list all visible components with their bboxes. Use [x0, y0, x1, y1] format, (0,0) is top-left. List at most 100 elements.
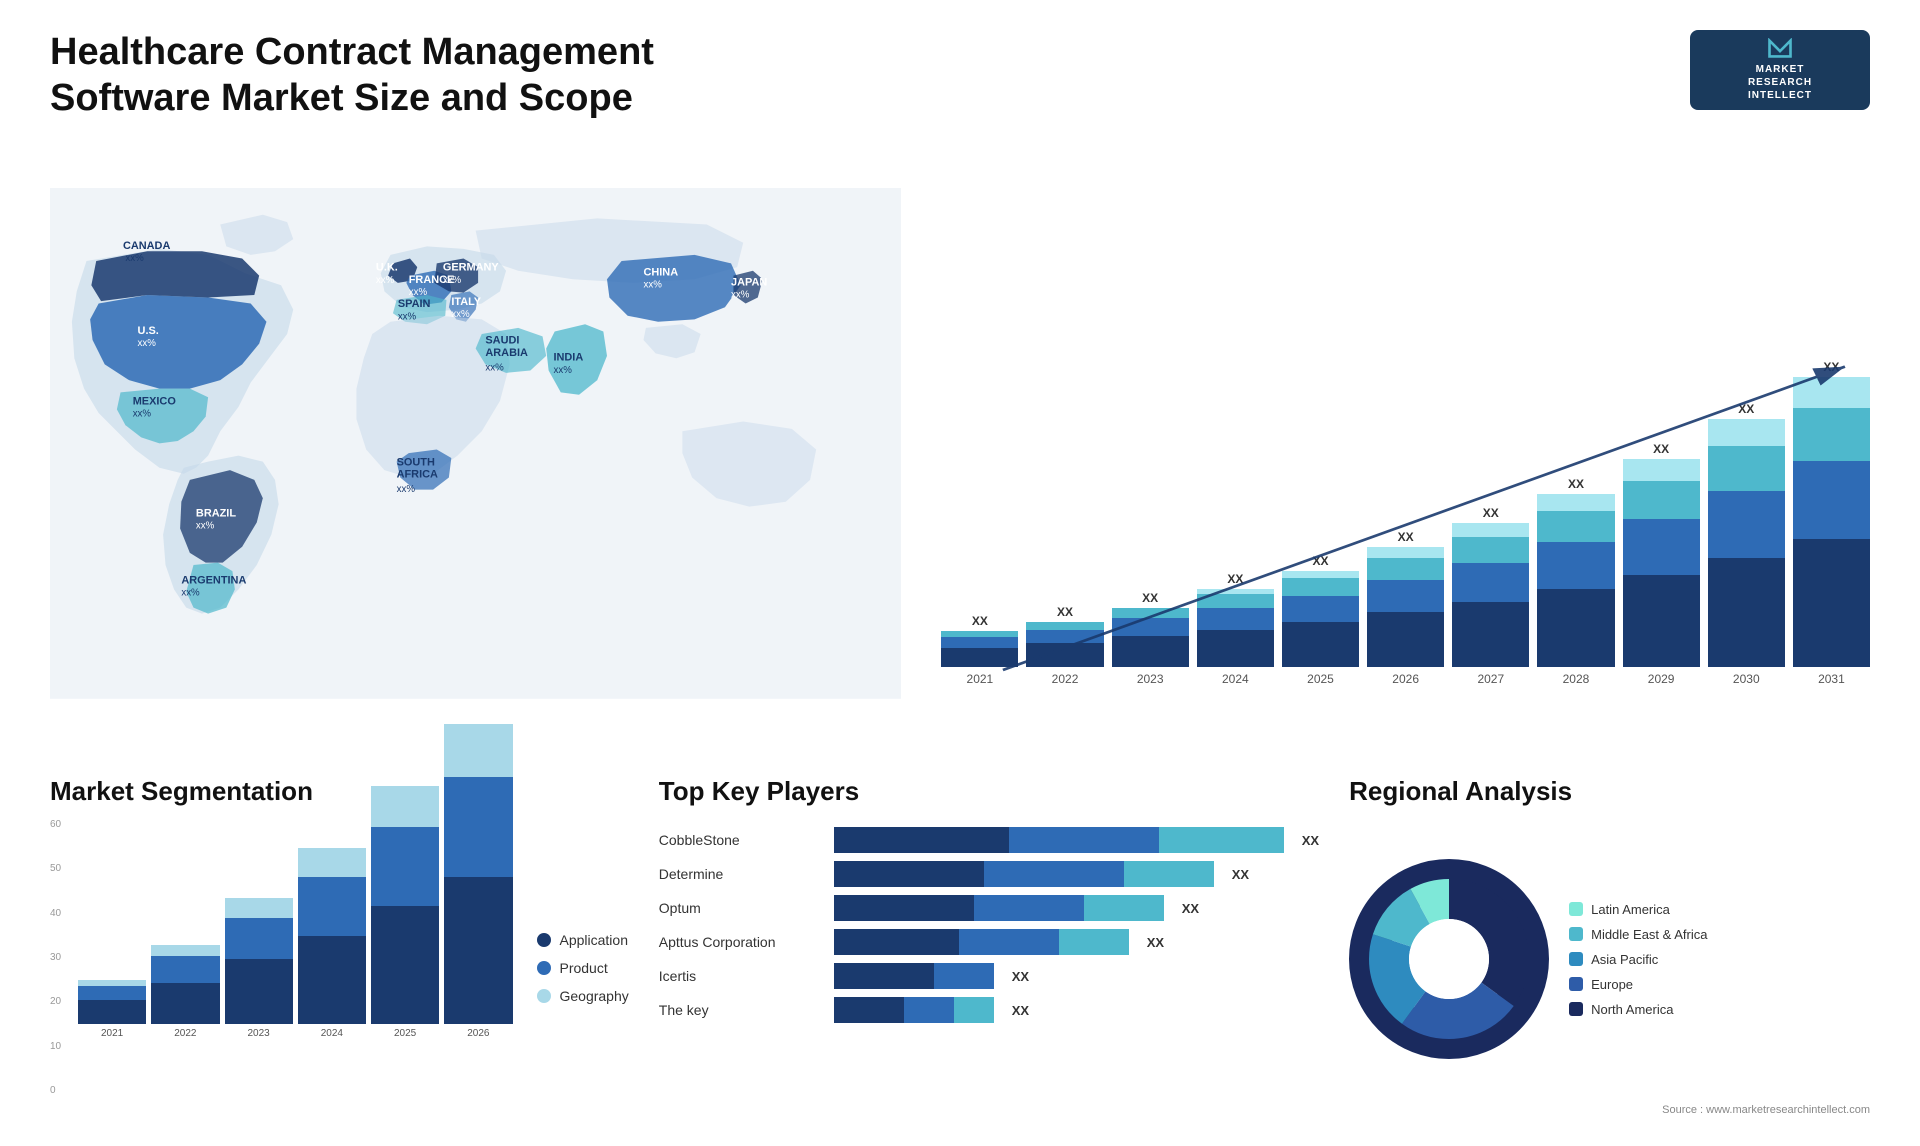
bar-seg-2031-2	[1793, 408, 1870, 461]
reg-label-asia-pacific: Asia Pacific	[1591, 952, 1658, 967]
seg-bar-stack-2023	[225, 898, 293, 1024]
bar-stack-2028	[1537, 494, 1614, 667]
bar-group-2024: XX2024	[1197, 572, 1274, 686]
bar-seg-2025-2	[1282, 578, 1359, 595]
reg-legend-europe: Europe	[1569, 977, 1707, 992]
legend-label-geography: Geography	[559, 988, 628, 1004]
donut-svg	[1349, 859, 1549, 1059]
seg-bar-group-2026: 2026	[444, 724, 512, 1039]
svg-text:AFRICA: AFRICA	[397, 469, 438, 481]
seg-seg-2024-2	[298, 848, 366, 877]
bar-year-2022: 2022	[1052, 672, 1079, 686]
bar-stack-2029	[1623, 459, 1700, 667]
y-tick-0: 0	[50, 1085, 61, 1096]
bar-label-2028: XX	[1568, 477, 1584, 491]
bar-seg-2029-2	[1623, 481, 1700, 518]
growth-chart-section: XX2021XX2022XX2023XX2024XX2025XX2026XX20…	[941, 141, 1870, 746]
logo-container: MARKET RESEARCH INTELLECT	[1690, 30, 1870, 110]
bar-seg-2022-0	[1026, 643, 1103, 667]
player-bar	[834, 963, 994, 989]
bar-label-2027: XX	[1483, 506, 1499, 520]
svg-text:xx%: xx%	[451, 309, 470, 320]
bar-label-2021: XX	[972, 614, 988, 628]
svg-text:xx%: xx%	[376, 275, 395, 286]
player-row-cobblestone: CobbleStoneXX	[659, 827, 1319, 853]
svg-text:GERMANY: GERMANY	[443, 262, 500, 274]
seg-bar-group-2025: 2025	[371, 786, 439, 1039]
reg-legend-asia-pacific: Asia Pacific	[1569, 952, 1707, 967]
players-table: CobbleStoneXXDetermineXXOptumXXApttus Co…	[659, 827, 1319, 1023]
bar-group-2023: XX2023	[1112, 591, 1189, 686]
player-bar-seg-2	[1084, 895, 1164, 921]
bar-seg-2027-0	[1452, 602, 1529, 667]
player-name: Determine	[659, 866, 824, 882]
bar-seg-2022-2	[1026, 622, 1103, 630]
bar-year-2030: 2030	[1733, 672, 1760, 686]
seg-seg-2026-2	[444, 724, 512, 777]
bar-seg-2025-0	[1282, 622, 1359, 667]
bar-seg-2025-3	[1282, 571, 1359, 578]
regional-content: Latin America Middle East & Africa Asia …	[1349, 819, 1870, 1099]
player-name: Icertis	[659, 968, 824, 984]
bar-seg-2027-2	[1452, 537, 1529, 563]
segmentation-section: Market Segmentation 20212022202320242025…	[50, 776, 629, 1116]
bar-seg-2029-3	[1623, 459, 1700, 481]
seg-bar-group-2021: 2021	[78, 980, 146, 1039]
player-name: Apttus Corporation	[659, 934, 824, 950]
players-section: Top Key Players CobbleStoneXX Determine XX…	[659, 776, 1319, 1116]
player-bar	[834, 929, 1129, 955]
bar-label-2022: XX	[1057, 605, 1073, 619]
bar-stack-2027	[1452, 523, 1529, 667]
legend-dot-application	[537, 933, 551, 947]
reg-legend-middle-east: Middle East & Africa	[1569, 927, 1707, 942]
players-title: Top Key Players	[659, 776, 1319, 807]
legend-product: Product	[537, 960, 628, 976]
player-row-apttus-corporation: Apttus CorporationXX	[659, 929, 1319, 955]
bar-label-2031: XX	[1823, 360, 1839, 374]
player-bar	[834, 861, 1214, 887]
bar-group-2022: XX 2022	[1026, 605, 1103, 687]
player-row-icertis: IcertisXX	[659, 963, 1319, 989]
player-bar-seg-2	[1124, 861, 1214, 887]
seg-seg-2022-1	[151, 956, 219, 982]
map-section: CANADA xx% U.S. xx% MEXICO xx% BRAZIL xx…	[50, 141, 901, 746]
legend-dot-geography	[537, 989, 551, 1003]
svg-text:xx%: xx%	[397, 484, 416, 495]
bar-stack-2024	[1197, 589, 1274, 667]
svg-text:BRAZIL: BRAZIL	[196, 508, 236, 520]
logo-icon	[1760, 38, 1800, 59]
seg-seg-2021-1	[78, 986, 146, 1001]
world-map: CANADA xx% U.S. xx% MEXICO xx% BRAZIL xx…	[50, 141, 901, 746]
source-text: Source : www.marketresearchintellect.com	[1349, 1104, 1870, 1116]
bar-seg-2021-1	[941, 637, 1018, 648]
bar-seg-2026-0	[1367, 612, 1444, 667]
svg-text:xx%: xx%	[133, 409, 152, 420]
y-tick-10: 10	[50, 1041, 61, 1052]
seg-seg-2025-0	[371, 906, 439, 1024]
bar-group-2026: XX2026	[1367, 530, 1444, 686]
seg-bar-stack-2026	[444, 724, 512, 1024]
legend-application: Application	[537, 932, 628, 948]
bar-seg-2024-1	[1197, 608, 1274, 630]
player-value: XX	[1182, 901, 1199, 916]
svg-text:JAPAN: JAPAN	[731, 276, 767, 288]
bar-year-2023: 2023	[1137, 672, 1164, 686]
svg-text:CANADA: CANADA	[123, 240, 170, 252]
page-title: Healthcare Contract Management Software …	[50, 30, 750, 121]
seg-seg-2025-1	[371, 827, 439, 906]
logo-text: MARKET RESEARCH INTELLECT	[1748, 63, 1812, 102]
logo-box: MARKET RESEARCH INTELLECT	[1690, 30, 1870, 110]
bar-seg-2030-0	[1708, 558, 1785, 667]
player-bar-seg-2	[1159, 827, 1284, 853]
bar-stack-2021	[941, 631, 1018, 667]
player-bar-seg-0	[834, 895, 974, 921]
seg-bar-stack-2024	[298, 848, 366, 1024]
bar-seg-2021-0	[941, 648, 1018, 667]
bar-seg-2024-0	[1197, 630, 1274, 667]
svg-text:U.S.: U.S.	[138, 325, 159, 337]
bar-seg-2031-0	[1793, 539, 1870, 667]
seg-bar-stack-2021	[78, 980, 146, 1024]
player-bar-seg-0	[834, 827, 1009, 853]
reg-dot-north-america	[1569, 1002, 1583, 1016]
player-row-the-key: The keyXX	[659, 997, 1319, 1023]
